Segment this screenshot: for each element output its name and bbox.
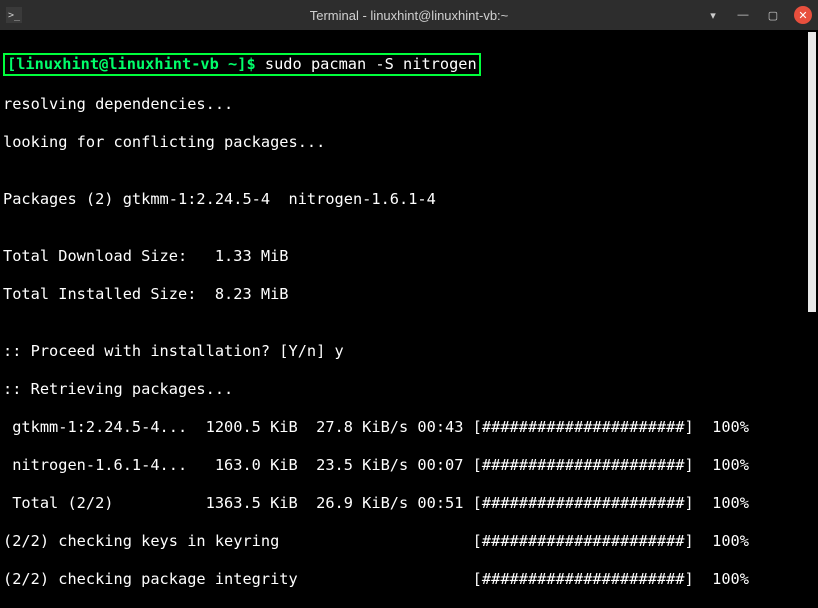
- terminal-window: >_ Terminal - linuxhint@linuxhint-vb:~ ▾…: [0, 0, 818, 608]
- prompt-line-1: [linuxhint@linuxhint-vb ~]$ sudo pacman …: [3, 53, 815, 76]
- menu-button[interactable]: ▾: [704, 6, 722, 24]
- terminal-icon: >_: [6, 7, 22, 23]
- output-line: resolving dependencies...: [3, 95, 815, 114]
- terminal-content[interactable]: [linuxhint@linuxhint-vb ~]$ sudo pacman …: [0, 30, 818, 608]
- titlebar: >_ Terminal - linuxhint@linuxhint-vb:~ ▾…: [0, 0, 818, 30]
- command-text: sudo pacman -S nitrogen: [265, 55, 477, 73]
- output-line: :: Proceed with installation? [Y/n] y: [3, 342, 815, 361]
- output-line: Total Installed Size: 8.23 MiB: [3, 285, 815, 304]
- output-line: gtkmm-1:2.24.5-4... 1200.5 KiB 27.8 KiB/…: [3, 418, 815, 437]
- scrollbar-thumb[interactable]: [808, 32, 816, 312]
- close-button[interactable]: ✕: [794, 6, 812, 24]
- output-line: Total (2/2) 1363.5 KiB 26.9 KiB/s 00:51 …: [3, 494, 815, 513]
- window-controls: ▾ — ▢ ✕: [704, 6, 812, 24]
- output-line: :: Retrieving packages...: [3, 380, 815, 399]
- output-line: (2/2) checking keys in keyring [########…: [3, 532, 815, 551]
- output-line: Total Download Size: 1.33 MiB: [3, 247, 815, 266]
- maximize-button[interactable]: ▢: [764, 6, 782, 24]
- output-line: (2/2) checking package integrity [######…: [3, 570, 815, 589]
- window-title: Terminal - linuxhint@linuxhint-vb:~: [0, 8, 818, 23]
- output-line: looking for conflicting packages...: [3, 133, 815, 152]
- minimize-button[interactable]: —: [734, 6, 752, 24]
- output-line: Packages (2) gtkmm-1:2.24.5-4 nitrogen-1…: [3, 190, 815, 209]
- output-line: nitrogen-1.6.1-4... 163.0 KiB 23.5 KiB/s…: [3, 456, 815, 475]
